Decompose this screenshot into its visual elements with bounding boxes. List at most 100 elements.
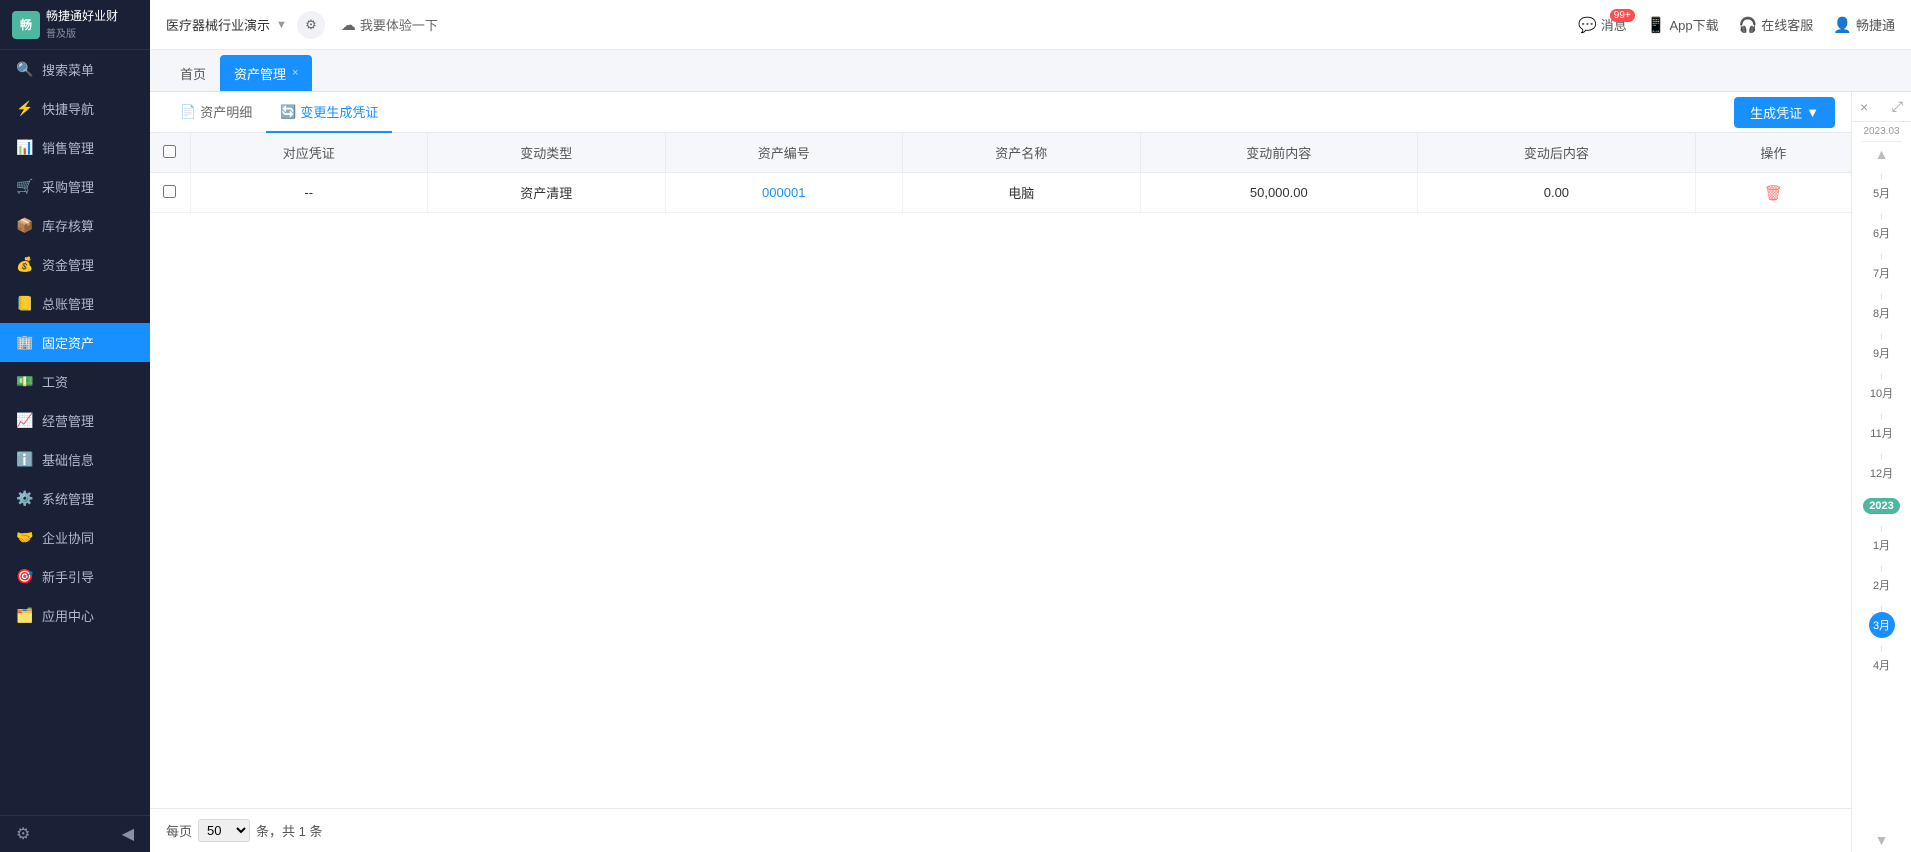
sidebar-item-ledger[interactable]: 📒 总账管理 — [0, 284, 150, 323]
inner-tab-change-voucher[interactable]: 🔄 变更生成凭证 — [266, 92, 392, 133]
chevron-down-icon: ▼ — [276, 19, 287, 31]
sidebar-item-label: 企业协同 — [42, 528, 94, 547]
sidebar-nav: 🔍 搜索菜单 ⚡ 快捷导航 📊 销售管理 🛒 采购管理 📦 库存核算 💰 资金管… — [0, 50, 150, 815]
sidebar-item-label: 资金管理 — [42, 255, 94, 274]
sidebar-item-label: 总账管理 — [42, 294, 94, 313]
logo-sub: 普及版 — [46, 25, 118, 40]
tab-home[interactable]: 首页 — [166, 55, 220, 91]
timeline-month-2[interactable]: 2月 — [1852, 562, 1911, 602]
sidebar-item-label: 应用中心 — [42, 606, 94, 625]
sidebar-item-salary[interactable]: 💵 工资 — [0, 362, 150, 401]
collapse-icon[interactable]: ◀ — [122, 824, 134, 844]
online-service-label: 在线客服 — [1761, 15, 1813, 34]
topbar-settings-button[interactable]: ⚙ — [297, 11, 325, 39]
business-icon: 📈 — [16, 412, 34, 430]
inner-tab-change-voucher-label: 变更生成凭证 — [300, 102, 378, 121]
messages-badge: 99+ — [1610, 9, 1635, 22]
timeline-month-10[interactable]: 10月 — [1852, 370, 1911, 410]
salary-icon: 💵 — [16, 373, 34, 391]
phone-icon: 📱 — [1647, 16, 1666, 34]
row-asset-name: 电脑 — [903, 173, 1141, 213]
user-name-label: 畅捷通 — [1856, 15, 1895, 34]
sidebar-item-label: 采购管理 — [42, 177, 94, 196]
settings-bottom-icon[interactable]: ⚙ — [16, 824, 30, 844]
per-page-select[interactable]: 10 20 50 100 — [198, 819, 250, 842]
row-asset-code: 000001 — [665, 173, 903, 213]
row-operation: 🗑 — [1695, 173, 1851, 213]
sidebar-item-search[interactable]: 🔍 搜索菜单 — [0, 50, 150, 89]
timeline-month-11[interactable]: 11月 — [1852, 410, 1911, 450]
timeline-month-1[interactable]: 1月 — [1852, 522, 1911, 562]
sidebar-item-enterprise[interactable]: 🤝 企业协同 — [0, 518, 150, 557]
company-name: 医疗器械行业演示 — [166, 15, 270, 34]
timeline-up-button[interactable]: ▲ — [1871, 142, 1893, 166]
message-icon: 💬 — [1578, 16, 1597, 34]
timeline-month-9[interactable]: 9月 — [1852, 330, 1911, 370]
content-wrapper: 📄 资产明细 🔄 变更生成凭证 生成凭证 ▼ — [150, 92, 1911, 852]
timeline-period-label: 2023.03 — [1861, 122, 1901, 142]
right-panel-header: × ⤢ — [1852, 92, 1911, 122]
inner-tab-asset-detail-label: 资产明细 — [200, 102, 252, 121]
timeline-month-7[interactable]: 7月 — [1852, 250, 1911, 290]
sidebar-item-app-center[interactable]: 🗂️ 应用中心 — [0, 596, 150, 635]
select-all-checkbox[interactable] — [163, 145, 176, 158]
sidebar-item-funds[interactable]: 💰 资金管理 — [0, 245, 150, 284]
timeline-month-5[interactable]: 5月 — [1852, 170, 1911, 210]
generate-voucher-button[interactable]: 生成凭证 ▼ — [1734, 97, 1835, 128]
table-container: 对应凭证 变动类型 资产编号 资产名称 变动前内容 变动后内容 操作 — [150, 133, 1851, 808]
refresh-icon: 🔄 — [280, 104, 296, 120]
th-asset-code: 资产编号 — [665, 133, 903, 173]
sidebar-item-system[interactable]: ⚙️ 系统管理 — [0, 479, 150, 518]
timeline-month-4[interactable]: 4月 — [1852, 642, 1911, 682]
sidebar-item-basic-info[interactable]: ℹ️ 基础信息 — [0, 440, 150, 479]
logo-icon: 畅 — [12, 11, 40, 39]
sidebar-item-business[interactable]: 📈 经营管理 — [0, 401, 150, 440]
enterprise-icon: 🤝 — [16, 529, 34, 547]
timeline-down-button[interactable]: ▼ — [1871, 828, 1893, 852]
delete-row-button[interactable]: 🗑 — [1764, 185, 1783, 202]
sidebar-item-inventory[interactable]: 📦 库存核算 — [0, 206, 150, 245]
inner-tab-asset-detail[interactable]: 📄 资产明细 — [166, 92, 266, 133]
quick-nav-icon: ⚡ — [16, 100, 34, 118]
data-table: 对应凭证 变动类型 资产编号 资产名称 变动前内容 变动后内容 操作 — [150, 133, 1851, 213]
timeline-month-12[interactable]: 12月 — [1852, 450, 1911, 490]
sidebar-item-guide[interactable]: 🎯 新手引导 — [0, 557, 150, 596]
th-before-change: 变动前内容 — [1140, 133, 1418, 173]
sidebar-item-label: 系统管理 — [42, 489, 94, 508]
main-area: 医疗器械行业演示 ▼ ⚙ ☁ 我要体验一下 💬 消息 99+ 📱 App下载 🎧… — [150, 0, 1911, 852]
sidebar-item-label: 搜索菜单 — [42, 60, 94, 79]
timeline-month-6[interactable]: 6月 — [1852, 210, 1911, 250]
user-button[interactable]: 👤 畅捷通 — [1833, 15, 1895, 34]
online-service-button[interactable]: 🎧 在线客服 — [1739, 15, 1814, 34]
sidebar-item-label: 固定资产 — [42, 333, 94, 352]
app-download-button[interactable]: 📱 App下载 — [1647, 15, 1719, 34]
row-checkbox[interactable] — [163, 185, 176, 198]
messages-button[interactable]: 💬 消息 99+ — [1578, 15, 1627, 34]
experience-button[interactable]: ☁ 我要体验一下 — [341, 15, 438, 34]
company-selector[interactable]: 医疗器械行业演示 ▼ — [166, 15, 287, 34]
timeline-year-2023: 2023 — [1852, 490, 1911, 522]
right-panel-expand-button[interactable]: ⤢ — [1892, 98, 1903, 115]
tab-close-icon[interactable]: × — [292, 67, 298, 79]
sidebar-item-label: 库存核算 — [42, 216, 94, 235]
right-panel-close-button[interactable]: × — [1860, 99, 1868, 115]
sidebar-logo: 畅 畅捷通好业财 普及版 — [0, 0, 150, 50]
sidebar-item-quick-nav[interactable]: ⚡ 快捷导航 — [0, 89, 150, 128]
generate-voucher-label: 生成凭证 — [1750, 103, 1802, 122]
funds-icon: 💰 — [16, 256, 34, 274]
guide-icon: 🎯 — [16, 568, 34, 586]
timeline-month-3[interactable]: 3月 — [1852, 602, 1911, 642]
row-voucher: -- — [190, 173, 428, 213]
search-icon: 🔍 — [16, 61, 34, 79]
sidebar-item-label: 工资 — [42, 372, 68, 391]
tab-asset-management[interactable]: 资产管理 × — [220, 55, 312, 91]
topbar: 医疗器械行业演示 ▼ ⚙ ☁ 我要体验一下 💬 消息 99+ 📱 App下载 🎧… — [150, 0, 1911, 50]
topbar-right: 💬 消息 99+ 📱 App下载 🎧 在线客服 👤 畅捷通 — [1578, 15, 1895, 34]
sidebar-item-purchase[interactable]: 🛒 采购管理 — [0, 167, 150, 206]
sidebar-item-sales[interactable]: 📊 销售管理 — [0, 128, 150, 167]
sidebar-item-fixed-assets[interactable]: 🏢 固定资产 — [0, 323, 150, 362]
timeline-month-8[interactable]: 8月 — [1852, 290, 1911, 330]
inner-tabs: 📄 资产明细 🔄 变更生成凭证 生成凭证 ▼ — [150, 92, 1851, 133]
th-after-change: 变动后内容 — [1418, 133, 1696, 173]
sidebar: 畅 畅捷通好业财 普及版 🔍 搜索菜单 ⚡ 快捷导航 📊 销售管理 🛒 采购管理… — [0, 0, 150, 852]
